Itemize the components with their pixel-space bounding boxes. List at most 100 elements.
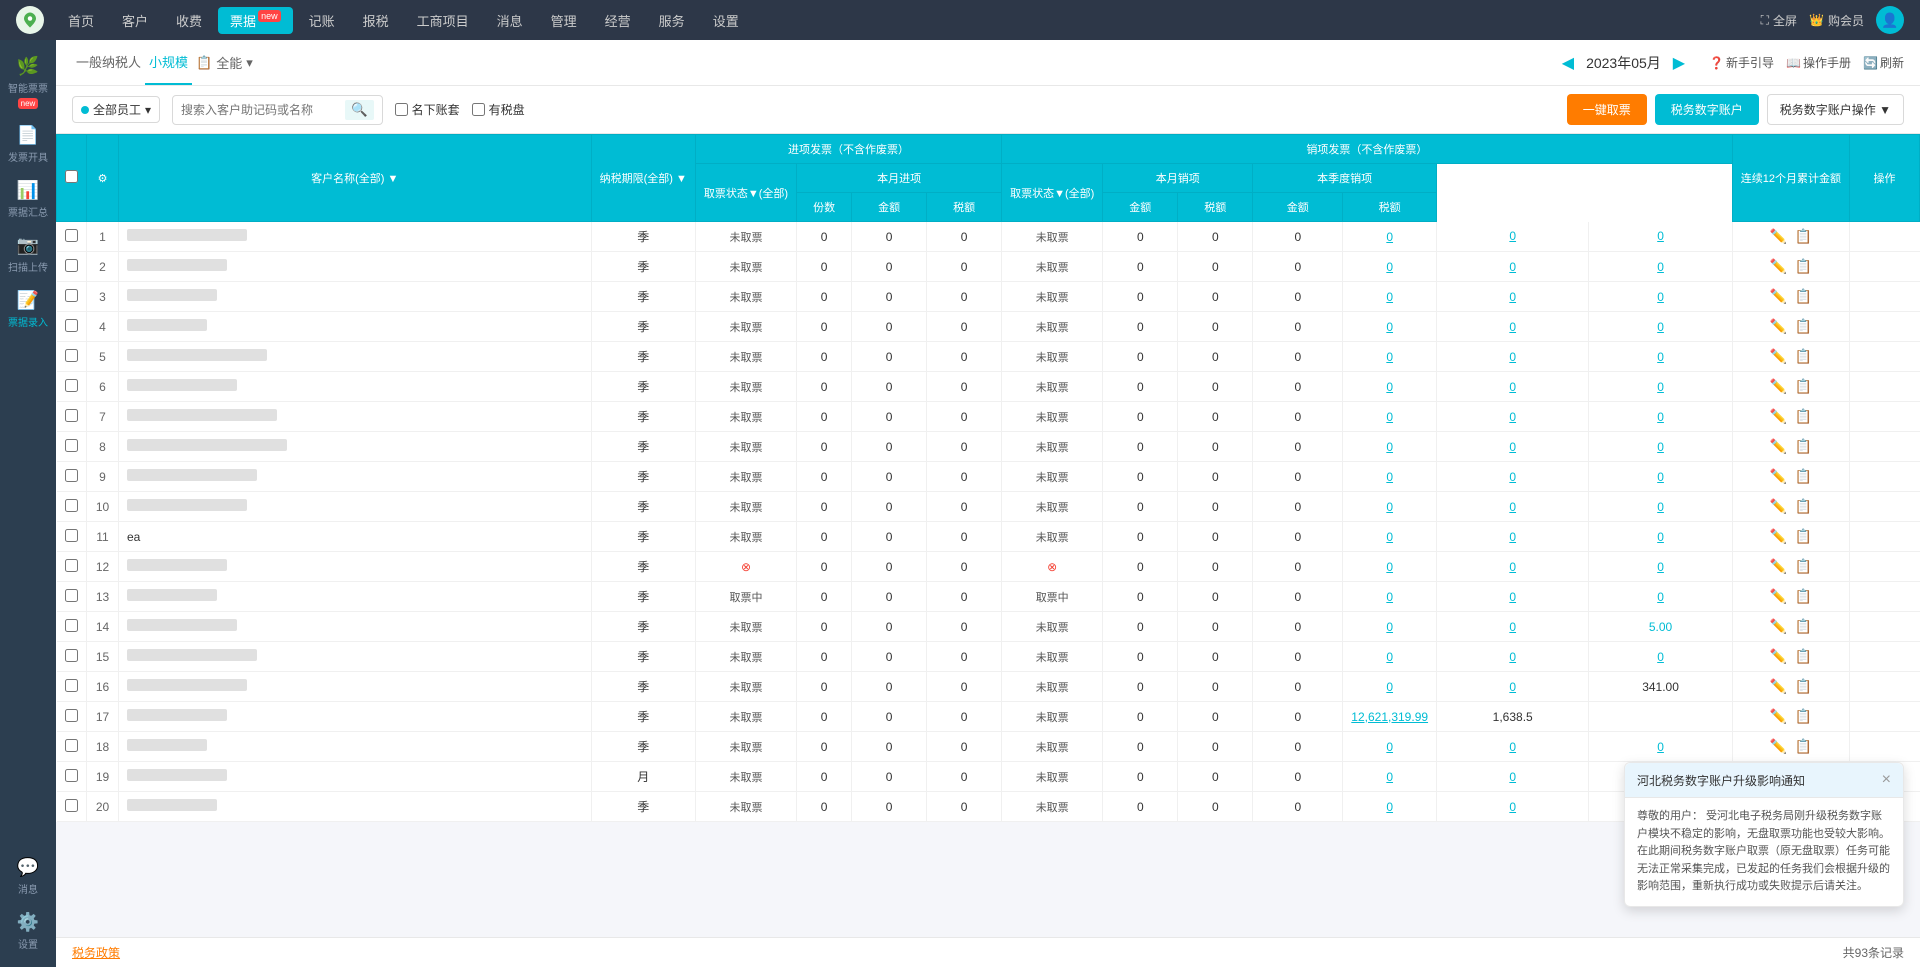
row-checkbox[interactable]	[65, 529, 78, 542]
copy-icon[interactable]: 📋	[1795, 468, 1812, 484]
nav-item-经营[interactable]: 经营	[593, 7, 643, 34]
copy-icon[interactable]: 📋	[1795, 228, 1812, 244]
edit-icon[interactable]: ✏️	[1770, 378, 1787, 394]
copy-icon[interactable]: 📋	[1795, 408, 1812, 424]
nav-item-管理[interactable]: 管理	[539, 7, 589, 34]
row-checkbox[interactable]	[65, 649, 78, 662]
edit-icon[interactable]: ✏️	[1770, 708, 1787, 724]
row-checkbox[interactable]	[65, 679, 78, 692]
ledger-filter[interactable]: 名下账套	[395, 101, 460, 118]
nav-item-工商项目[interactable]: 工商项目	[405, 7, 481, 34]
tax-digital-btn[interactable]: 税务数字账户	[1655, 94, 1759, 125]
edit-icon[interactable]: ✏️	[1770, 318, 1787, 334]
tax-disk-filter[interactable]: 有税盘	[472, 101, 525, 118]
edit-icon[interactable]: ✏️	[1770, 498, 1787, 514]
fullscreen-btn[interactable]: ⛶ 全屏	[1761, 12, 1797, 29]
refresh-link[interactable]: 🔄 刷新	[1863, 54, 1904, 71]
edit-icon[interactable]: ✏️	[1770, 258, 1787, 274]
tab-general-taxpayer[interactable]: 一般纳税人	[72, 40, 145, 85]
row-checkbox[interactable]	[65, 769, 78, 782]
copy-icon[interactable]: 📋	[1795, 588, 1812, 604]
nav-item-服务[interactable]: 服务	[647, 7, 697, 34]
row-checkbox[interactable]	[65, 409, 78, 422]
row-checkbox[interactable]	[65, 469, 78, 482]
edit-icon[interactable]: ✏️	[1770, 528, 1787, 544]
nav-item-报税[interactable]: 报税	[351, 7, 401, 34]
edit-icon[interactable]: ✏️	[1770, 408, 1787, 424]
nav-item-记账[interactable]: 记账	[297, 7, 347, 34]
ledger-checkbox[interactable]	[395, 103, 408, 116]
row-checkbox[interactable]	[65, 229, 78, 242]
prev-month-btn[interactable]: ◀	[1562, 53, 1574, 73]
row-checkbox[interactable]	[65, 709, 78, 722]
edit-icon[interactable]: ✏️	[1770, 648, 1787, 664]
sidebar-item-settings[interactable]: ⚙️ 设置	[13, 904, 43, 959]
select-all-checkbox[interactable]	[65, 170, 78, 183]
sidebar-item-message[interactable]: 💬 消息	[13, 849, 43, 904]
copy-icon[interactable]: 📋	[1795, 258, 1812, 274]
copy-icon[interactable]: 📋	[1795, 378, 1812, 394]
next-month-btn[interactable]: ▶	[1673, 53, 1685, 73]
tax-policy-link[interactable]: 税务政策	[72, 944, 120, 961]
row-checkbox[interactable]	[65, 259, 78, 272]
sidebar-item-智能票票[interactable]: 🌿智能票票new	[4, 48, 52, 117]
edit-icon[interactable]: ✏️	[1770, 288, 1787, 304]
copy-icon[interactable]: 📋	[1795, 288, 1812, 304]
nav-item-首页[interactable]: 首页	[56, 7, 106, 34]
sidebar-item-发票开具[interactable]: 📄发票开具	[4, 117, 52, 172]
edit-icon[interactable]: ✏️	[1770, 348, 1787, 364]
tax-disk-checkbox[interactable]	[472, 103, 485, 116]
copy-icon[interactable]: 📋	[1795, 708, 1812, 724]
nav-item-客户[interactable]: 客户	[110, 7, 160, 34]
row-checkbox[interactable]	[65, 739, 78, 752]
tax-operation-btn[interactable]: 税务数字账户操作 ▼	[1767, 94, 1904, 125]
row-checkbox[interactable]	[65, 349, 78, 362]
copy-icon[interactable]: 📋	[1795, 678, 1812, 694]
employee-filter[interactable]: 全部员工 ▾	[72, 96, 160, 123]
copy-icon[interactable]: 📋	[1795, 738, 1812, 754]
copy-icon[interactable]: 📋	[1795, 498, 1812, 514]
row-checkbox[interactable]	[65, 589, 78, 602]
edit-icon[interactable]: ✏️	[1770, 678, 1787, 694]
sidebar-item-票据汇总[interactable]: 📊票据汇总	[4, 172, 52, 227]
copy-icon[interactable]: 📋	[1795, 618, 1812, 634]
nav-item-收费[interactable]: 收费	[164, 7, 214, 34]
tab-full[interactable]: 📋 全能 ▾	[192, 41, 257, 84]
row-checkbox[interactable]	[65, 619, 78, 632]
member-btn[interactable]: 👑 购会员	[1809, 12, 1864, 29]
sidebar-item-扫描上传[interactable]: 📷扫描上传	[4, 227, 52, 282]
edit-icon[interactable]: ✏️	[1770, 228, 1787, 244]
edit-icon[interactable]: ✏️	[1770, 438, 1787, 454]
one-key-btn[interactable]: 一键取票	[1567, 94, 1647, 125]
search-button[interactable]: 🔍	[345, 100, 374, 120]
search-input[interactable]	[181, 103, 341, 117]
return-tax-cell: 0	[1437, 522, 1589, 552]
copy-icon[interactable]: 📋	[1795, 318, 1812, 334]
copy-icon[interactable]: 📋	[1795, 528, 1812, 544]
nav-item-票据[interactable]: 票据new	[218, 7, 293, 34]
row-checkbox[interactable]	[65, 319, 78, 332]
edit-icon[interactable]: ✏️	[1770, 738, 1787, 754]
copy-icon[interactable]: 📋	[1795, 648, 1812, 664]
edit-icon[interactable]: ✏️	[1770, 558, 1787, 574]
copy-icon[interactable]: 📋	[1795, 558, 1812, 574]
row-checkbox[interactable]	[65, 289, 78, 302]
guide-link[interactable]: ❓ 新手引导	[1709, 54, 1774, 71]
tab-small-scale[interactable]: 小规模	[145, 40, 192, 85]
row-checkbox[interactable]	[65, 439, 78, 452]
edit-icon[interactable]: ✏️	[1770, 468, 1787, 484]
edit-icon[interactable]: ✏️	[1770, 588, 1787, 604]
notif-close-btn[interactable]: ×	[1882, 771, 1891, 789]
copy-icon[interactable]: 📋	[1795, 348, 1812, 364]
user-avatar[interactable]: 👤	[1876, 6, 1904, 34]
edit-icon[interactable]: ✏️	[1770, 618, 1787, 634]
copy-icon[interactable]: 📋	[1795, 438, 1812, 454]
row-checkbox[interactable]	[65, 559, 78, 572]
nav-item-设置[interactable]: 设置	[701, 7, 751, 34]
sidebar-item-票据录入[interactable]: 📝票据录入	[4, 282, 52, 337]
nav-item-消息[interactable]: 消息	[485, 7, 535, 34]
manual-link[interactable]: 📖 操作手册	[1786, 54, 1851, 71]
row-checkbox[interactable]	[65, 499, 78, 512]
row-checkbox[interactable]	[65, 379, 78, 392]
row-checkbox[interactable]	[65, 799, 78, 812]
